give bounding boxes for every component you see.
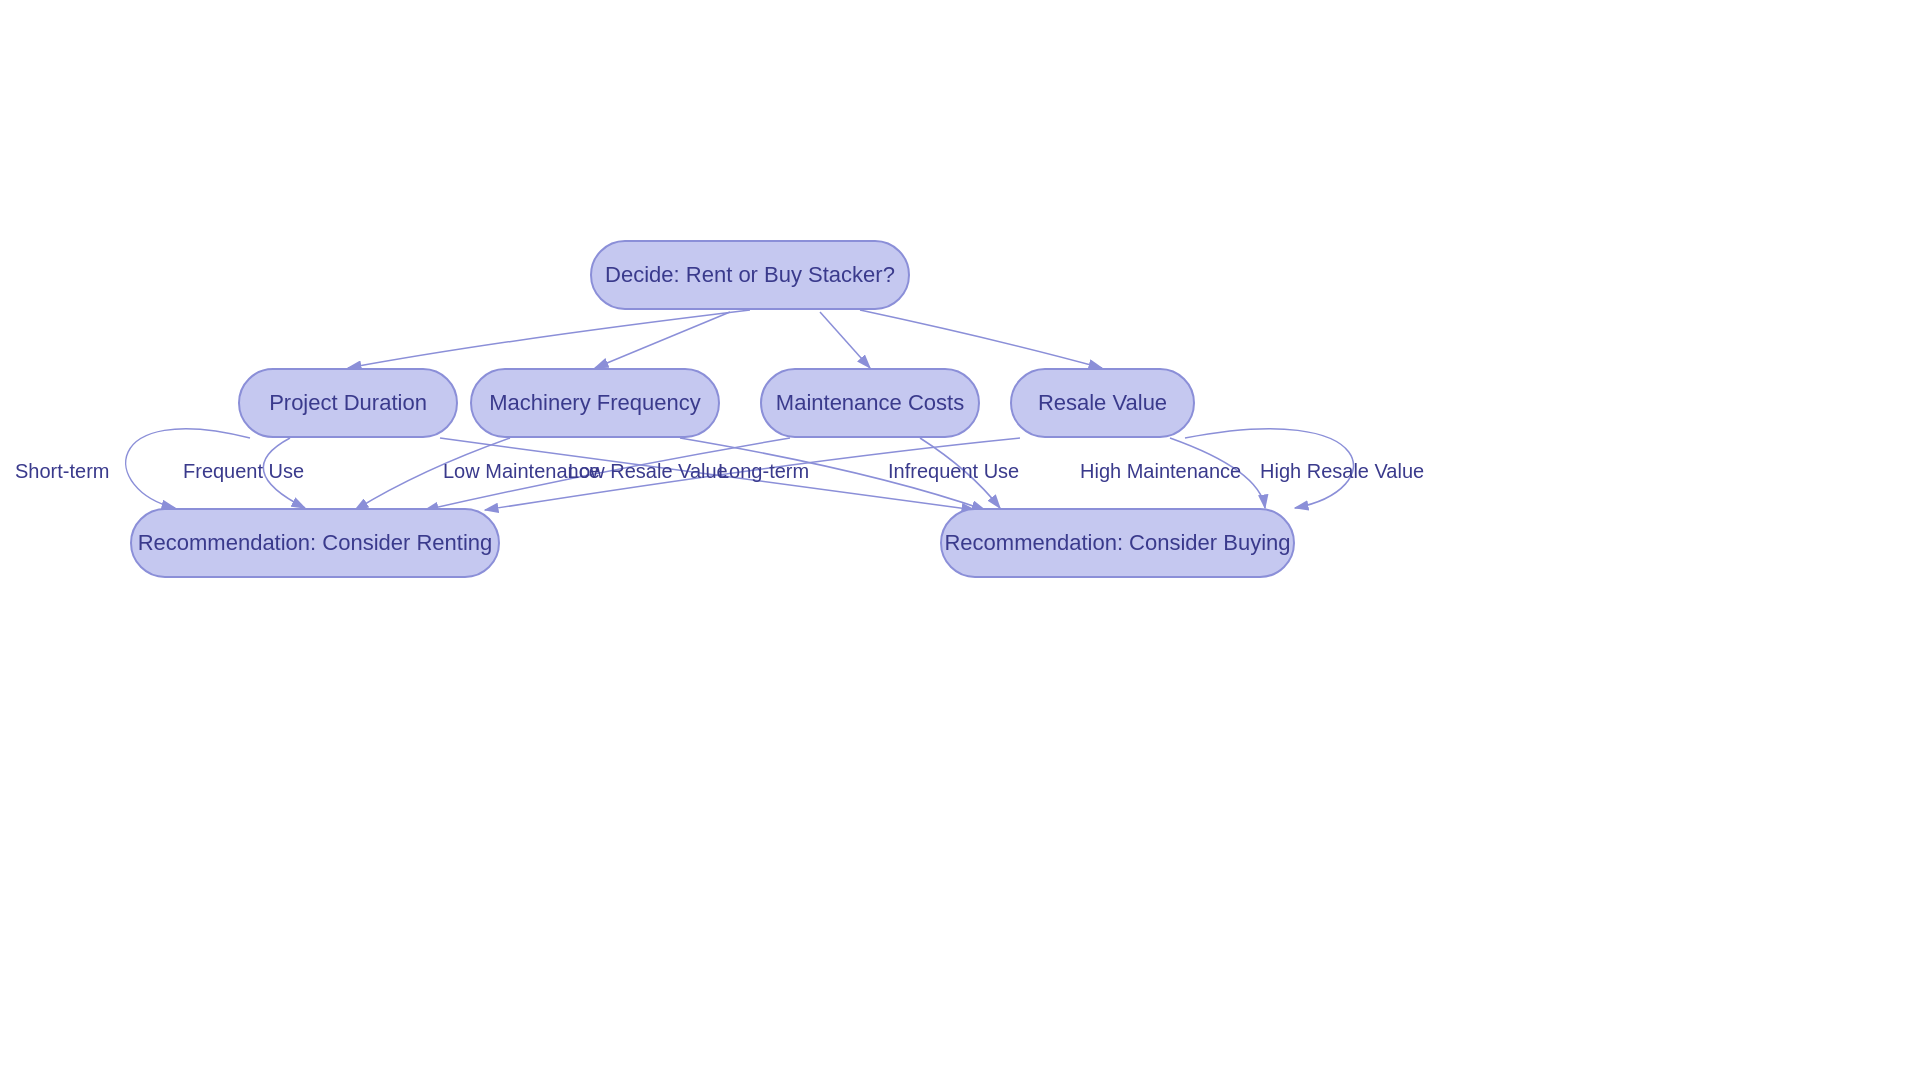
renting-label: Recommendation: Consider Renting: [138, 530, 493, 556]
high-resale-label: High Resale Value: [1260, 460, 1424, 483]
frequent-use-label: Frequent Use: [183, 460, 304, 483]
buying-node: Recommendation: Consider Buying: [940, 508, 1295, 578]
short-term-label: Short-term: [15, 460, 109, 483]
project-duration-label: Project Duration: [269, 390, 427, 416]
root-node: Decide: Rent or Buy Stacker?: [590, 240, 910, 310]
maintenance-costs-label: Maintenance Costs: [776, 390, 964, 416]
root-label: Decide: Rent or Buy Stacker?: [605, 262, 895, 288]
buying-label: Recommendation: Consider Buying: [944, 530, 1290, 556]
long-term-label: Long-term: [718, 460, 809, 483]
high-maintenance-label: High Maintenance: [1080, 460, 1241, 483]
machinery-frequency-node: Machinery Frequency: [470, 368, 720, 438]
project-duration-node: Project Duration: [238, 368, 458, 438]
infrequent-use-label: Infrequent Use: [888, 460, 1019, 483]
machinery-frequency-label: Machinery Frequency: [489, 390, 701, 416]
resale-value-node: Resale Value: [1010, 368, 1195, 438]
renting-node: Recommendation: Consider Renting: [130, 508, 500, 578]
low-resale-label: Low Resale Value: [568, 460, 728, 483]
resale-value-label: Resale Value: [1038, 390, 1167, 416]
maintenance-costs-node: Maintenance Costs: [760, 368, 980, 438]
